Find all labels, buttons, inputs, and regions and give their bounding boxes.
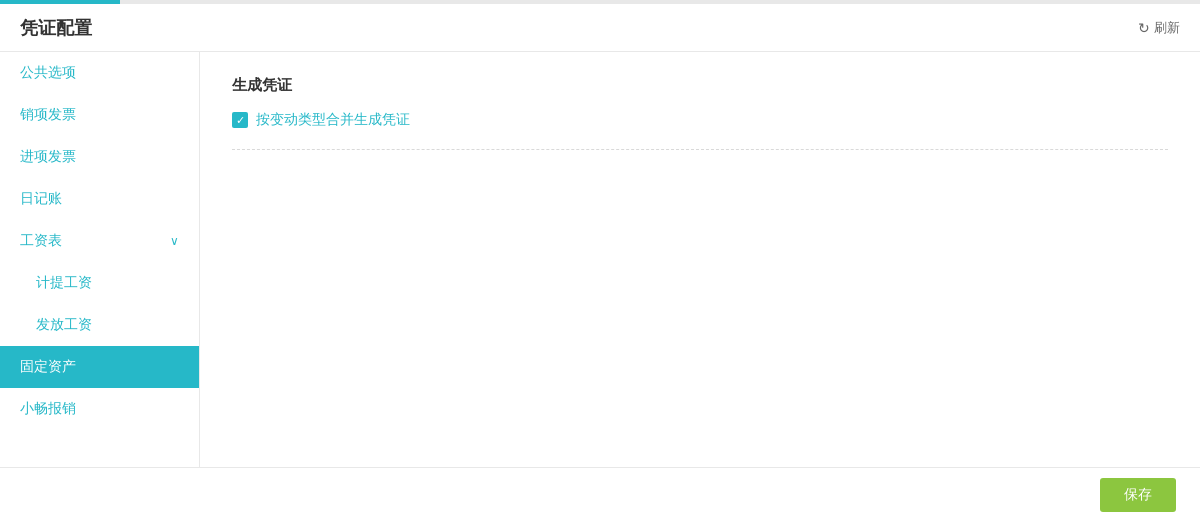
checkbox-row: ✓ 按变动类型合并生成凭证: [232, 111, 1168, 129]
page-header: 凭证配置 ↻ 刷新: [0, 4, 1200, 52]
sidebar-item-label: 小畅报销: [20, 400, 76, 418]
refresh-label: 刷新: [1154, 19, 1180, 37]
sidebar-item-label: 日记账: [20, 190, 62, 208]
sidebar-item-label: 工资表: [20, 232, 62, 250]
sidebar-item-fixed-assets[interactable]: 固定资产: [0, 346, 199, 388]
save-button[interactable]: 保存: [1100, 478, 1176, 512]
check-mark-icon: ✓: [236, 115, 245, 126]
sidebar-item-label: 固定资产: [20, 358, 76, 376]
sidebar-item-payroll-issue[interactable]: 发放工资: [0, 304, 199, 346]
sidebar-item-label: 发放工资: [36, 316, 92, 334]
chevron-down-icon: ∨: [170, 234, 179, 248]
divider: [232, 149, 1168, 150]
main-layout: 公共选项销项发票进项发票日记账工资表 ∨ 计提工资发放工资固定资产小畅报销 生成凭证…: [0, 52, 1200, 467]
sidebar-item-purchase-invoice[interactable]: 进项发票: [0, 136, 199, 178]
sidebar-item-payroll-calc[interactable]: 计提工资: [0, 262, 199, 304]
sidebar-item-public-options[interactable]: 公共选项: [0, 52, 199, 94]
page-footer: 保存: [0, 467, 1200, 522]
section-title: 生成凭证: [232, 76, 1168, 95]
merge-checkbox[interactable]: ✓: [232, 112, 248, 128]
sidebar-item-expense-report[interactable]: 小畅报销: [0, 388, 199, 430]
sidebar-item-label: 公共选项: [20, 64, 76, 82]
sidebar-item-label: 进项发票: [20, 148, 76, 166]
sidebar-item-journal[interactable]: 日记账: [0, 178, 199, 220]
checkbox-label: 按变动类型合并生成凭证: [256, 111, 410, 129]
content-area: 生成凭证 ✓ 按变动类型合并生成凭证: [200, 52, 1200, 467]
sidebar-item-payroll-table[interactable]: 工资表 ∨: [0, 220, 199, 262]
refresh-icon: ↻: [1138, 20, 1150, 36]
sidebar-item-label: 销项发票: [20, 106, 76, 124]
page-title: 凭证配置: [20, 16, 92, 40]
sidebar-item-sales-invoice[interactable]: 销项发票: [0, 94, 199, 136]
sidebar-item-label: 计提工资: [36, 274, 92, 292]
sidebar: 公共选项销项发票进项发票日记账工资表 ∨ 计提工资发放工资固定资产小畅报销: [0, 52, 200, 467]
refresh-button[interactable]: ↻ 刷新: [1138, 19, 1180, 37]
